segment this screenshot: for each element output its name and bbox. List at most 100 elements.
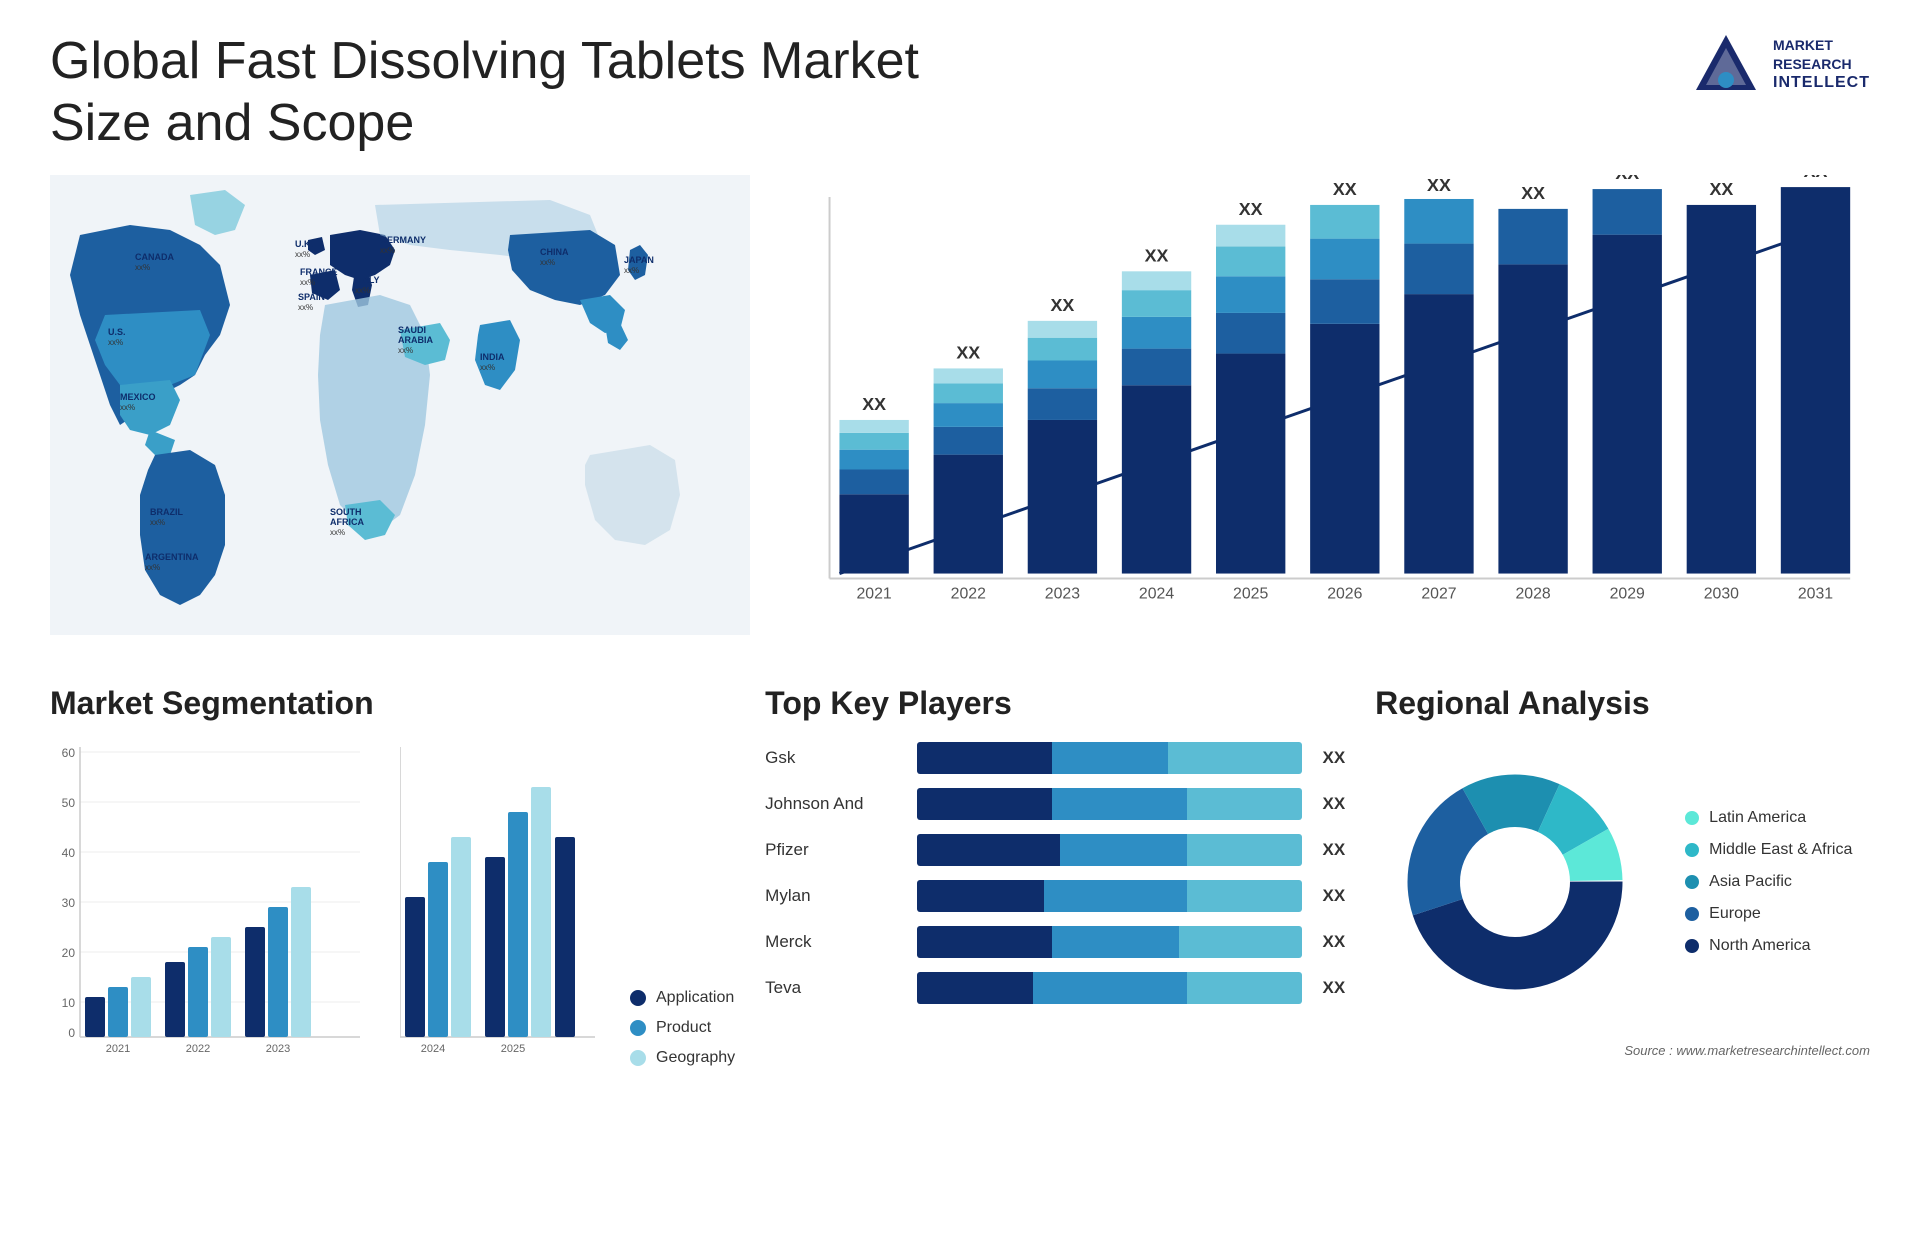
- table-row: Pfizer XX: [765, 834, 1345, 866]
- list-item: Middle East & Africa: [1685, 841, 1852, 859]
- list-item: Latin America: [1685, 809, 1852, 827]
- bar-seg2: [1052, 788, 1187, 820]
- svg-text:xx%: xx%: [300, 278, 315, 287]
- bar-seg3: [1187, 880, 1303, 912]
- regional-dot-europe: [1685, 907, 1699, 921]
- legend-geography: Geography: [630, 1049, 735, 1067]
- regional-legend: Latin America Middle East & Africa Asia …: [1685, 809, 1852, 955]
- svg-text:2021: 2021: [106, 1043, 130, 1055]
- svg-text:xx%: xx%: [295, 250, 310, 259]
- segmentation-title: Market Segmentation: [50, 685, 735, 722]
- player-bar: [917, 926, 1302, 958]
- svg-text:xx%: xx%: [624, 266, 639, 275]
- bar-chart-section: XX 2021 XX 2022: [780, 175, 1870, 655]
- svg-text:ARABIA: ARABIA: [398, 335, 433, 345]
- svg-text:XX: XX: [1521, 183, 1545, 203]
- seg-bars-svg: 60 50 40 30 20 10 0: [50, 742, 370, 1062]
- regional-section: Regional Analysis: [1375, 685, 1870, 1205]
- source: Source : www.marketresearchintellect.com: [1375, 1042, 1870, 1060]
- player-bar: [917, 834, 1302, 866]
- bar-seg3: [1187, 834, 1303, 866]
- regional-title: Regional Analysis: [1375, 685, 1870, 722]
- svg-text:xx%: xx%: [540, 258, 555, 267]
- svg-text:U.K.: U.K.: [295, 239, 313, 249]
- svg-text:0: 0: [68, 1026, 75, 1040]
- seg-legend: Application Product Geography: [630, 979, 735, 1067]
- list-item: Asia Pacific: [1685, 873, 1852, 891]
- svg-text:xx%: xx%: [108, 338, 123, 347]
- svg-text:30: 30: [62, 896, 76, 910]
- donut-svg: [1375, 742, 1655, 1022]
- players-title: Top Key Players: [765, 685, 1345, 722]
- player-bar: [917, 880, 1302, 912]
- regional-content: Latin America Middle East & Africa Asia …: [1375, 742, 1870, 1022]
- svg-text:2028: 2028: [1515, 585, 1550, 602]
- table-row: Mylan XX: [765, 880, 1345, 912]
- bar-chart-svg2: XX 2028 XX 2029 XX 2030 XX: [780, 175, 1870, 655]
- bar-seg1: [917, 926, 1052, 958]
- list-item: North America: [1685, 937, 1852, 955]
- svg-text:BRAZIL: BRAZIL: [150, 507, 183, 517]
- bar-seg1: [917, 972, 1033, 1004]
- svg-text:60: 60: [62, 746, 76, 760]
- bar-seg2: [1033, 972, 1187, 1004]
- svg-text:xx%: xx%: [330, 528, 345, 537]
- list-item: Europe: [1685, 905, 1852, 923]
- table-row: Johnson And XX: [765, 788, 1345, 820]
- players-list: Gsk XX Johnson And XX: [765, 742, 1345, 1004]
- svg-text:xx%: xx%: [298, 303, 313, 312]
- legend-application: Application: [630, 989, 735, 1007]
- map-section: CANADA xx% U.S. xx% MEXICO xx% BRAZIL xx…: [50, 175, 750, 655]
- svg-text:INDIA: INDIA: [480, 352, 505, 362]
- seg-bars-wrapper: 60 50 40 30 20 10 0: [50, 742, 370, 1067]
- svg-text:ITALY: ITALY: [355, 275, 380, 285]
- svg-text:JAPAN: JAPAN: [624, 255, 654, 265]
- world-map-svg: CANADA xx% U.S. xx% MEXICO xx% BRAZIL xx…: [50, 175, 750, 635]
- logo-icon: [1691, 30, 1761, 100]
- svg-text:XX: XX: [1709, 179, 1733, 199]
- svg-text:2031: 2031: [1798, 585, 1833, 602]
- svg-text:SAUDI: SAUDI: [398, 325, 426, 335]
- svg-text:ARGENTINA: ARGENTINA: [145, 552, 199, 562]
- bar-seg3: [1168, 742, 1303, 774]
- bar-seg3: [1187, 972, 1303, 1004]
- legend-dot-product: [630, 1020, 646, 1036]
- svg-text:MEXICO: MEXICO: [120, 392, 156, 402]
- svg-text:10: 10: [62, 996, 76, 1010]
- svg-text:AFRICA: AFRICA: [330, 517, 364, 527]
- svg-text:2022: 2022: [186, 1043, 210, 1055]
- bottom-row: Market Segmentation 60 50 40 30 20 10 0: [50, 685, 1870, 1205]
- key-players-section: Top Key Players Gsk XX Johnson And: [765, 685, 1345, 1205]
- svg-text:xx%: xx%: [398, 346, 413, 355]
- svg-text:xx%: xx%: [480, 363, 495, 372]
- bar-seg3: [1179, 926, 1302, 958]
- page-title: Global Fast Dissolving Tablets Market Si…: [50, 30, 950, 155]
- svg-text:2029: 2029: [1610, 585, 1645, 602]
- logo-text: MARKET RESEARCH INTELLECT: [1773, 36, 1870, 93]
- regional-dot-mea: [1685, 843, 1699, 857]
- bar-seg1: [917, 880, 1044, 912]
- regional-dot-latin: [1685, 811, 1699, 825]
- top-row: CANADA xx% U.S. xx% MEXICO xx% BRAZIL xx…: [50, 175, 1870, 655]
- donut-chart: [1375, 742, 1655, 1022]
- svg-text:U.S.: U.S.: [108, 327, 126, 337]
- bar-seg2: [1052, 926, 1179, 958]
- table-row: Teva XX: [765, 972, 1345, 1004]
- bar-seg1: [917, 742, 1052, 774]
- svg-text:XX: XX: [1615, 175, 1639, 183]
- svg-text:xx%: xx%: [355, 286, 370, 295]
- svg-text:XX: XX: [1804, 175, 1828, 181]
- svg-text:xx%: xx%: [380, 246, 395, 255]
- bar-seg3: [1187, 788, 1303, 820]
- svg-text:2025: 2025: [501, 1043, 525, 1055]
- svg-text:SOUTH: SOUTH: [330, 507, 362, 517]
- svg-text:2030: 2030: [1704, 585, 1739, 602]
- svg-text:50: 50: [62, 796, 76, 810]
- page: Global Fast Dissolving Tablets Market Si…: [0, 0, 1920, 1235]
- bar-seg2: [1060, 834, 1187, 866]
- seg-bars-svg2: 2024 2025: [400, 742, 600, 1062]
- seg-chart-container: 60 50 40 30 20 10 0: [50, 742, 735, 1067]
- bar-chart: XX 2021 XX 2022: [780, 175, 1870, 655]
- table-row: Merck XX: [765, 926, 1345, 958]
- player-bar: [917, 742, 1302, 774]
